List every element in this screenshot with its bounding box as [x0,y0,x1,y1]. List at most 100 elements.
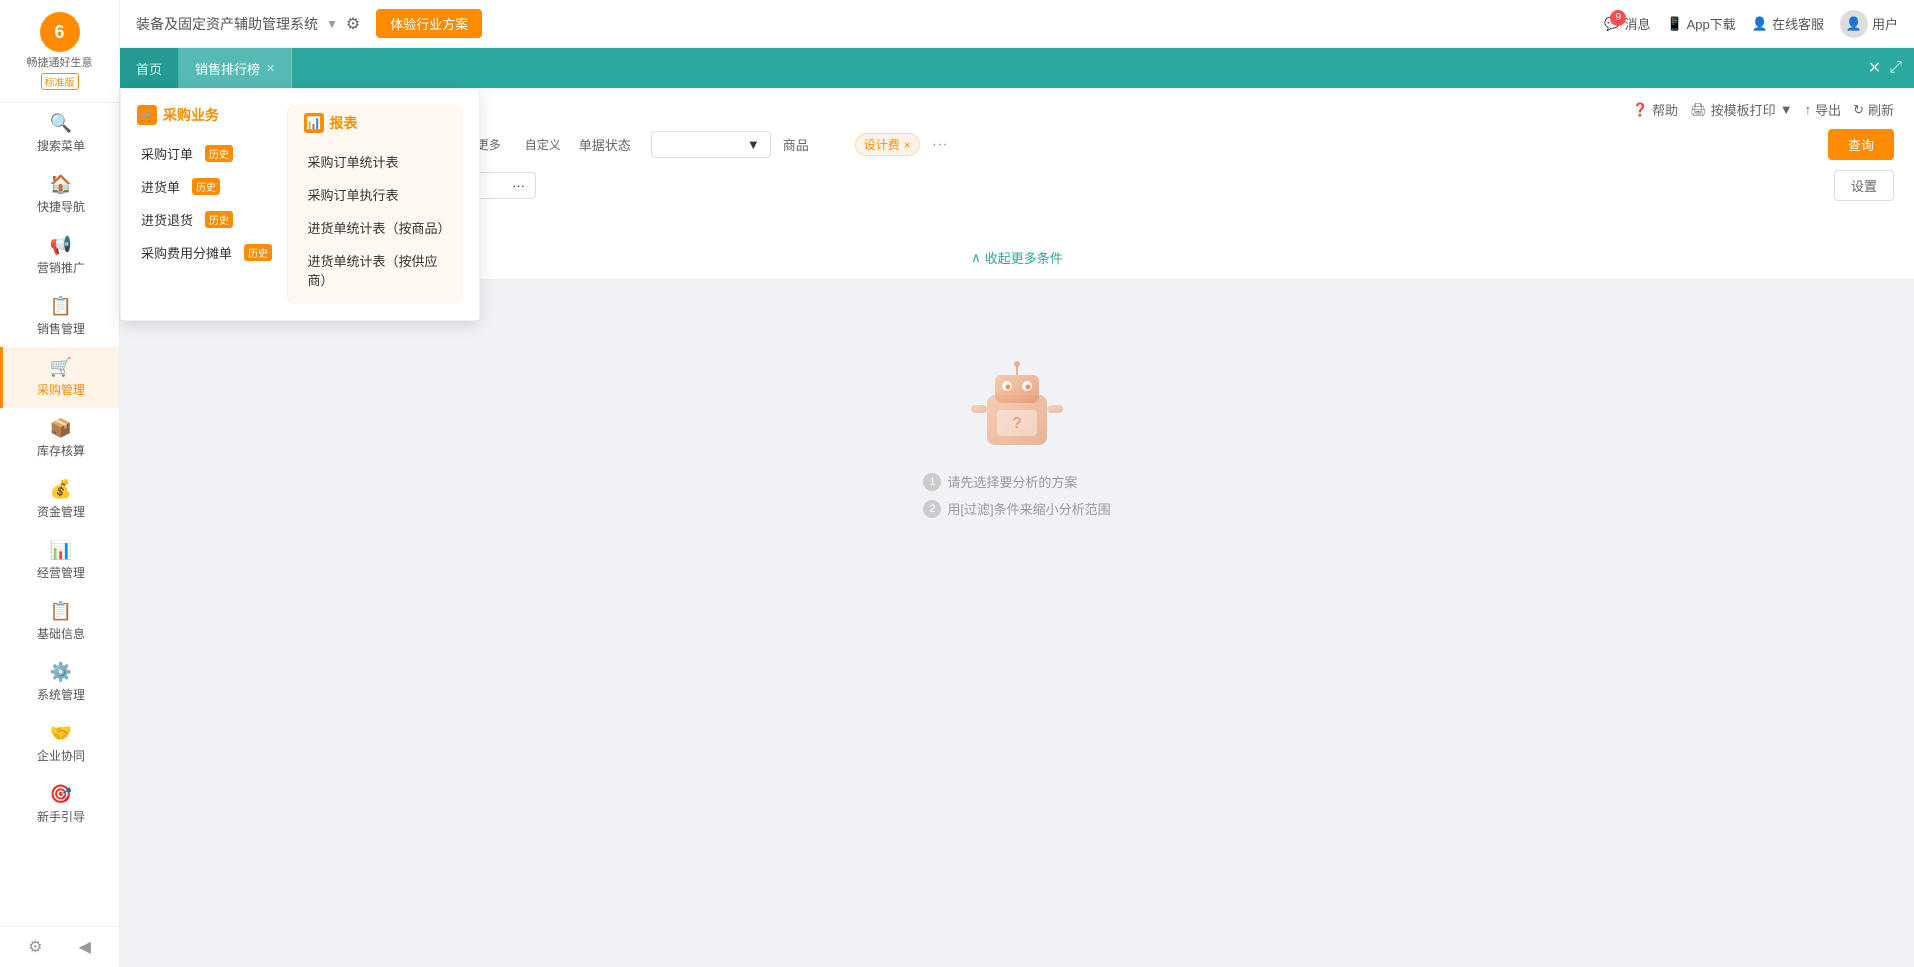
industry-btn[interactable]: 体验行业方案 [376,9,482,38]
header-right: 💬 9 消息 📱 App下载 👤 在线客服 👤 用户 [1604,10,1898,38]
sidebar-collapse-btn[interactable]: ◀ [79,937,91,957]
app-download-label: App下载 [1687,14,1736,33]
header-message-btn[interactable]: 💬 9 消息 [1604,14,1650,33]
purchase-order-label: 采购订单 [141,144,193,163]
goods-receipt-stats-by-goods-item[interactable]: 进货单统计表（按商品） [304,211,454,244]
print-btn[interactable]: 🖨 按模板打印 ▼ [1690,100,1792,119]
date-shortcut-custom[interactable]: 自定义 [519,134,567,155]
sidebar-item-finance[interactable]: 💰 资金管理 [0,469,119,530]
tab-home[interactable]: 首页 [120,48,179,88]
app-logo-icon: 6 [40,12,80,52]
sidebar-item-purchase[interactable]: 🛒 采购管理 [0,347,119,408]
goods-return-item[interactable]: 进货退货 历史 [137,203,287,236]
purchase-reports-title: 📊 报表 [304,113,454,133]
sidebar-item-inventory[interactable]: 📦 库存核算 [0,408,119,469]
tab-sales-rank-close-icon[interactable]: ✕ [266,62,275,75]
collapse-icon: ∧ [971,250,981,266]
goods-return-history-badge: 历史 [205,211,233,228]
system-icon: ⚙️ [50,662,72,683]
sidebar-item-guide[interactable]: 🎯 新手引导 [0,774,119,835]
print-dropdown-icon: ▼ [1780,102,1793,117]
salesman-dropdown-icon: ··· [512,178,525,193]
refresh-label: 刷新 [1868,100,1894,119]
sidebar-item-operation[interactable]: 📊 经营管理 [0,530,119,591]
online-service-label: 在线客服 [1772,14,1824,33]
guide-icon: 🎯 [50,784,72,805]
header-app-download-btn[interactable]: 📱 App下载 [1666,14,1735,33]
tabbar-right: ✕ ⤢ [1868,58,1914,78]
goods-receipt-history-badge: 历史 [192,178,220,195]
sales-icon: 📋 [50,296,72,317]
goods-label: 商品 [783,135,843,154]
goods-return-label: 进货退货 [141,210,193,229]
sidebar-nav: 🔍 搜索菜单 🏠 快捷导航 📢 营销推广 📋 销售管理 🛒 采购管理 📦 库存核… [0,103,119,926]
sidebar-item-basic-info-label: 基础信息 [37,625,85,642]
goods-receipt-stats-by-goods-label: 进货单统计表（按商品） [308,218,450,237]
marketing-icon: 📢 [50,235,72,256]
message-label: 消息 [1624,14,1650,33]
goods-chip-value: 设计费 [864,136,900,153]
sidebar-item-quick-nav[interactable]: 🏠 快捷导航 [0,164,119,225]
settings-icon[interactable]: ⚙ [346,14,360,34]
sidebar-item-operation-label: 经营管理 [37,564,85,581]
order-status-select[interactable]: ▼ [651,131,771,158]
tab-sales-rank[interactable]: 销售排行榜 ✕ [179,48,292,88]
purchase-cost-label: 采购费用分摊单 [141,243,232,262]
order-status-label: 单据状态 [579,135,639,154]
logo-text: 畅捷通好生意 [27,56,93,71]
print-icon: 🖨 [1690,102,1707,118]
help-btn[interactable]: ❓ 帮助 [1632,100,1678,119]
purchase-reports-col: 📊 报表 采购订单统计表 采购订单执行表 进货单统计表（按商品） 进货单统计表（… [287,105,464,304]
tab-expand-btn[interactable]: ⤢ [1889,59,1902,77]
sidebar-item-system-label: 系统管理 [37,686,85,703]
sidebar-item-search-label: 搜索菜单 [37,137,85,154]
sidebar-item-search[interactable]: 🔍 搜索菜单 [0,103,119,164]
sidebar-item-enterprise[interactable]: 🤝 企业协同 [0,713,119,774]
tabbar: 首页 销售排行榜 ✕ ✕ ⤢ [120,48,1914,88]
query-btn[interactable]: 查询 [1828,129,1894,160]
app-download-icon: 📱 [1666,16,1682,32]
purchase-cost-item[interactable]: 采购费用分摊单 历史 [137,236,287,269]
header-online-service-btn[interactable]: 👤 在线客服 [1752,14,1824,33]
collapse-label: 收起更多条件 [985,248,1063,267]
refresh-btn[interactable]: ↻ 刷新 [1853,100,1894,119]
tab-close-all-btn[interactable]: ✕ [1868,58,1881,78]
sidebar-item-system[interactable]: ⚙️ 系统管理 [0,652,119,713]
help-icon: ❓ [1632,102,1648,118]
sidebar-item-finance-label: 资金管理 [37,503,85,520]
purchase-order-item[interactable]: 采购订单 历史 [137,137,287,170]
goods-chip-close-btn[interactable]: × [904,138,911,152]
goods-receipt-stats-by-supplier-item[interactable]: 进货单统计表（按供应商） [304,244,454,296]
logo-badge: 标准版 [41,73,79,90]
sidebar-settings-btn[interactable]: ⚙ [28,937,42,957]
sidebar-bottom: ⚙ ◀ [0,926,119,967]
purchase-business-title-icon: 🛒 [137,105,157,125]
goods-receipt-item[interactable]: 进货单 历史 [137,170,287,203]
inventory-icon: 📦 [50,418,72,439]
export-btn[interactable]: ↑ 导出 [1805,100,1842,119]
purchase-reports-title-text: 报表 [330,113,358,133]
purchase-order-history-badge: 历史 [205,145,233,162]
empty-state: ? 1 请先选择要分析的方案 2 用[过滤]条件来缩小分析范围 [120,280,1914,598]
header: 装备及固定资产辅助管理系统 ▼ ⚙ 体验行业方案 💬 9 消息 📱 App下载 … [120,0,1914,48]
set-btn[interactable]: 设置 [1834,170,1894,201]
sidebar-item-sales[interactable]: 📋 销售管理 [0,286,119,347]
tip-num-2: 2 [923,500,941,518]
tip-num-1: 1 [923,473,941,491]
refresh-icon: ↻ [1853,102,1864,118]
sidebar-item-inventory-label: 库存核算 [37,442,85,459]
purchase-order-exec-item[interactable]: 采购订单执行表 [304,178,454,211]
avatar: 👤 [1840,10,1868,38]
empty-state-icon: ? [967,360,1067,460]
sidebar-item-marketing[interactable]: 📢 营销推广 [0,225,119,286]
help-label: 帮助 [1652,100,1678,119]
export-icon: ↑ [1805,102,1812,117]
goods-more-btn[interactable]: ··· [932,136,948,154]
purchase-order-stats-item[interactable]: 采购订单统计表 [304,145,454,178]
purchase-business-col: 🛒 采购业务 采购订单 历史 进货单 历史 进货退货 历史 采购费用分摊单 历史 [137,105,287,304]
export-label: 导出 [1815,100,1841,119]
sidebar-item-basic-info[interactable]: 📋 基础信息 [0,591,119,652]
purchase-dropdown-menu: 🛒 采购业务 采购订单 历史 进货单 历史 进货退货 历史 采购费用分摊单 历史… [120,88,480,321]
system-dropdown-icon[interactable]: ▼ [326,17,338,31]
header-user-btn[interactable]: 👤 用户 [1840,10,1898,38]
